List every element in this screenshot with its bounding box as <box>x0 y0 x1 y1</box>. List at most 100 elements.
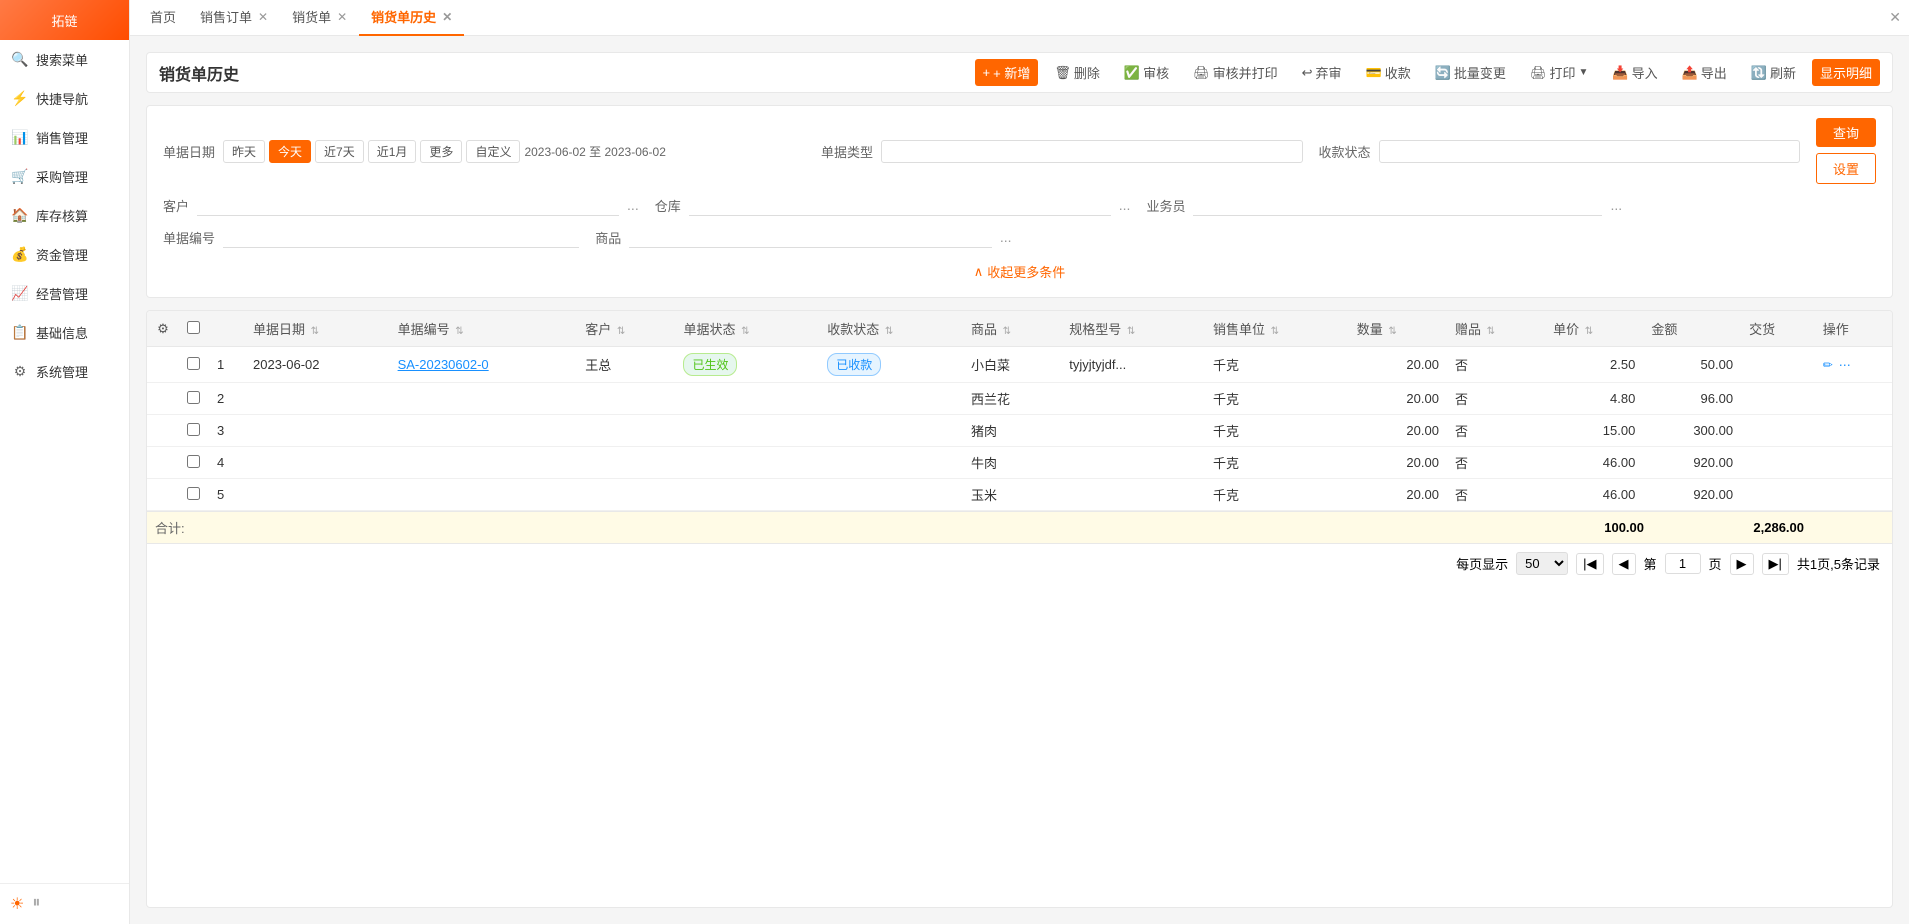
col-row-no <box>209 311 245 347</box>
summary-total-quantity: 100.00 <box>1524 520 1644 535</box>
row-checkbox[interactable] <box>187 455 200 468</box>
batch-change-button[interactable]: 🔄 批量变更 <box>1427 59 1514 86</box>
basic-info-icon: 📋 <box>12 325 28 341</box>
col-customer[interactable]: 客户 ⇅ <box>577 311 675 347</box>
tab-sales-order-close[interactable]: ✕ <box>258 10 268 24</box>
doc-no-link[interactable]: SA-20230602-0 <box>398 357 489 372</box>
sidebar-item-search-menu[interactable]: 🔍 搜索菜单 <box>0 40 129 79</box>
sort-quantity-icon: ⇅ <box>1388 326 1396 337</box>
sidebar-item-quick-nav[interactable]: ⚡ 快捷导航 <box>0 79 129 118</box>
goods-input[interactable] <box>629 226 992 248</box>
sidebar-footer-icon2[interactable]: ⏸ <box>32 894 40 914</box>
cell-settings <box>147 347 179 383</box>
collapse-btn[interactable]: ∧ 收起更多条件 <box>163 258 1876 285</box>
tab-home[interactable]: 首页 <box>138 0 188 36</box>
cell-actions <box>1815 415 1892 447</box>
summary-total-amount: 2,286.00 <box>1644 520 1804 535</box>
main-table: ⚙ 单据日期 ⇅ 单据编号 ⇅ <box>147 311 1892 511</box>
add-button[interactable]: + + 新增 <box>975 59 1039 86</box>
warehouse-ellipsis[interactable]: ... <box>1119 197 1131 213</box>
abandon-button[interactable]: ↩ 弃审 <box>1294 59 1350 86</box>
select-all-checkbox[interactable] <box>187 321 200 334</box>
cell-unit-price: 4.80 <box>1545 383 1643 415</box>
date-btn-yesterday[interactable]: 昨天 <box>223 140 265 163</box>
col-doc-no[interactable]: 单据编号 ⇅ <box>390 311 578 347</box>
cell-sales-unit: 千克 <box>1205 383 1349 415</box>
sidebar-item-finance[interactable]: 💰 资金管理 <box>0 235 129 274</box>
doc-no-input[interactable] <box>223 226 579 248</box>
approve-print-button[interactable]: 🖨 审核并打印 <box>1185 59 1286 86</box>
sidebar-item-operations[interactable]: 📈 经营管理 <box>0 274 129 313</box>
sidebar-item-sales-mgmt[interactable]: 📊 销售管理 <box>0 118 129 157</box>
goods-ellipsis[interactable]: ... <box>1000 229 1012 245</box>
col-settings[interactable]: ⚙ <box>147 311 179 347</box>
export-button[interactable]: 📤 导出 <box>1674 59 1735 86</box>
tab-sales-history-close[interactable]: ✕ <box>442 10 452 24</box>
main-content: 首页 销售订单 ✕ 销货单 ✕ 销货单历史 ✕ ✕ 销货单历史 + + 新增 <box>130 0 1909 924</box>
tab-sales-delivery-close[interactable]: ✕ <box>337 10 347 24</box>
page-first-btn[interactable]: |◀ <box>1576 553 1603 575</box>
page-prev-btn[interactable]: ◀ <box>1612 553 1636 575</box>
refresh-button[interactable]: 🔃 刷新 <box>1743 59 1804 86</box>
col-doc-status[interactable]: 单据状态 ⇅ <box>675 311 819 347</box>
sidebar-footer-icon1[interactable]: ☀ <box>10 894 24 914</box>
more-action[interactable]: ⋯ <box>1839 358 1851 372</box>
date-btn-custom[interactable]: 自定义 <box>466 140 520 163</box>
sidebar-item-basic-info[interactable]: 📋 基础信息 <box>0 313 129 352</box>
customer-ellipsis[interactable]: ... <box>627 197 639 213</box>
page-input[interactable] <box>1665 553 1701 574</box>
col-amount: 金额 <box>1643 311 1741 347</box>
salesperson-input[interactable] <box>1193 194 1602 216</box>
payment-status-select[interactable] <box>1379 140 1800 163</box>
delete-button[interactable]: 🗑 删除 <box>1046 59 1108 86</box>
cell-customer <box>577 479 675 511</box>
show-details-button[interactable]: 显示明细 <box>1812 59 1880 86</box>
approve-button[interactable]: ✅ 审核 <box>1116 59 1177 86</box>
cell-transaction <box>1741 383 1815 415</box>
col-quantity[interactable]: 数量 ⇅ <box>1349 311 1447 347</box>
page-last-btn[interactable]: ▶| <box>1762 553 1789 575</box>
tab-sales-delivery[interactable]: 销货单 ✕ <box>280 0 359 36</box>
set-button[interactable]: 设置 <box>1816 153 1876 184</box>
cell-unit-price: 15.00 <box>1545 415 1643 447</box>
cell-sales-unit: 千克 <box>1205 447 1349 479</box>
warehouse-input[interactable] <box>689 194 1111 216</box>
sidebar-item-inventory[interactable]: 🏠 库存核算 <box>0 196 129 235</box>
customer-input[interactable] <box>197 194 619 216</box>
col-payment-status[interactable]: 收款状态 ⇅ <box>819 311 963 347</box>
col-spec-type[interactable]: 规格型号 ⇅ <box>1061 311 1205 347</box>
cell-unit-price: 46.00 <box>1545 447 1643 479</box>
row-checkbox[interactable] <box>187 487 200 500</box>
filter-row-3: 单据编号 商品 ... <box>163 226 1876 248</box>
row-checkbox[interactable] <box>187 357 200 370</box>
date-btn-more[interactable]: 更多 <box>420 140 462 163</box>
collect-button[interactable]: 💳 收款 <box>1358 59 1419 86</box>
tab-end-close[interactable]: ✕ <box>1889 9 1901 26</box>
edit-action[interactable]: ✏ <box>1823 358 1833 372</box>
sidebar-item-sys-mgmt[interactable]: ⚙ 系统管理 <box>0 352 129 391</box>
query-button[interactable]: 查询 <box>1816 118 1876 147</box>
col-unit-price[interactable]: 单价 ⇅ <box>1545 311 1643 347</box>
print-button[interactable]: 🖨 打印 ▼ <box>1522 59 1596 86</box>
col-doc-date[interactable]: 单据日期 ⇅ <box>245 311 390 347</box>
sort-customer-icon: ⇅ <box>617 326 625 337</box>
customer-label: 客户 <box>163 196 189 215</box>
page-next-btn[interactable]: ▶ <box>1730 553 1754 575</box>
tab-sales-history[interactable]: 销货单历史 ✕ <box>359 0 464 36</box>
tab-sales-order[interactable]: 销售订单 ✕ <box>188 0 280 36</box>
col-sales-unit[interactable]: 销售单位 ⇅ <box>1205 311 1349 347</box>
doc-type-select[interactable] <box>881 140 1302 163</box>
page-size-select[interactable]: 50 100 200 <box>1516 552 1568 575</box>
col-gift[interactable]: 赠品 ⇅ <box>1447 311 1545 347</box>
row-checkbox[interactable] <box>187 391 200 404</box>
date-btn-today[interactable]: 今天 <box>269 140 311 163</box>
sidebar-item-purchase-mgmt[interactable]: 🛒 采购管理 <box>0 157 129 196</box>
cell-payment-status: 已收款 <box>819 347 963 383</box>
salesperson-ellipsis[interactable]: ... <box>1610 197 1622 213</box>
date-btn-1month[interactable]: 近1月 <box>368 140 417 163</box>
col-goods[interactable]: 商品 ⇅ <box>963 311 1061 347</box>
date-btn-7days[interactable]: 近7天 <box>315 140 364 163</box>
import-button[interactable]: 📥 导入 <box>1604 59 1665 86</box>
sidebar: 拓链 🔍 搜索菜单 ⚡ 快捷导航 📊 销售管理 🛒 采购管理 🏠 库存核算 💰 … <box>0 0 130 924</box>
row-checkbox[interactable] <box>187 423 200 436</box>
